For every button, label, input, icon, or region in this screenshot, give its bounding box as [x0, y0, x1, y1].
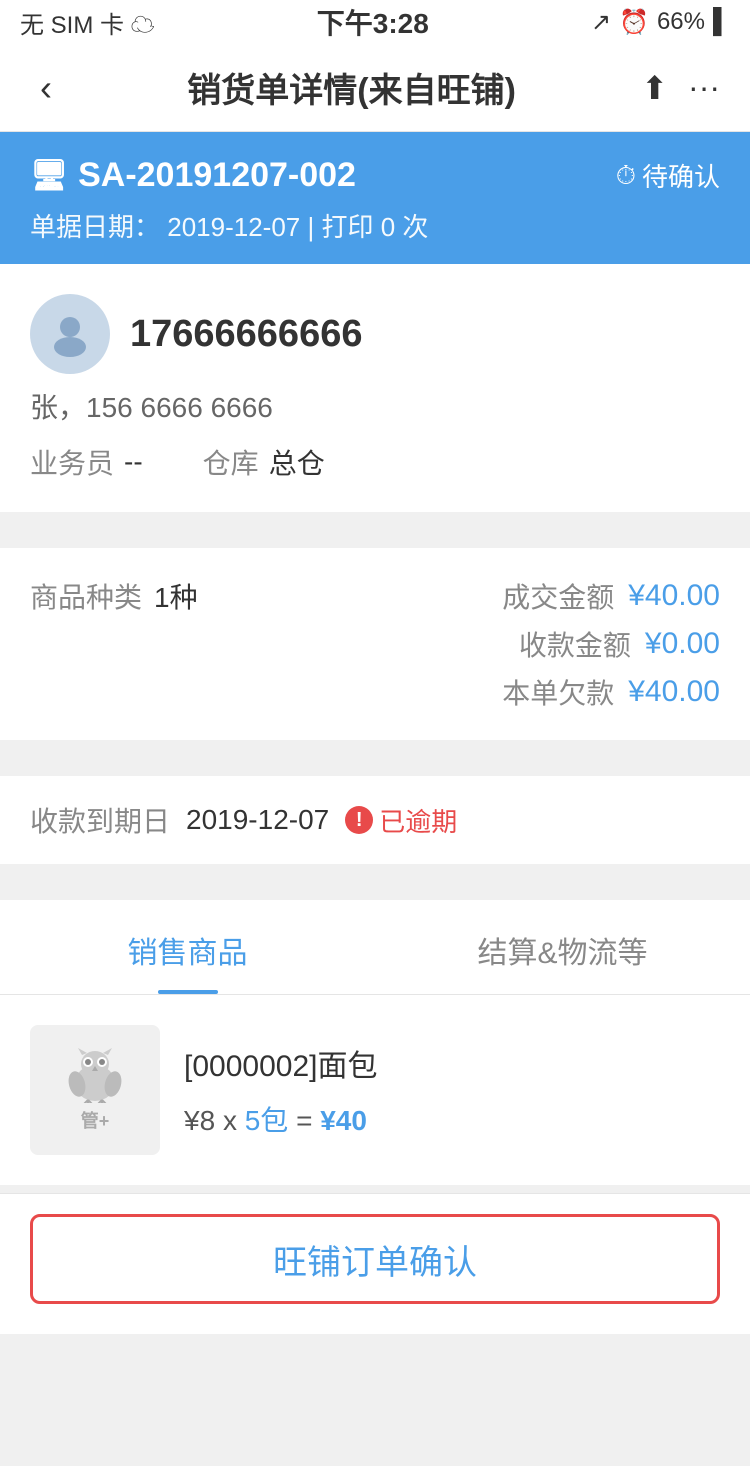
divider-1 [0, 530, 750, 548]
product-logo-plus: 管+ [81, 1107, 110, 1133]
product-name: [0000002]面包 [184, 1041, 720, 1085]
nav-actions: ⬆ ··· [641, 69, 720, 107]
amount-value: ¥40.00 [628, 579, 720, 613]
multiply-sign: x [223, 1105, 245, 1136]
owed-value: ¥40.00 [628, 675, 720, 709]
order-icon: 🖥 [30, 158, 68, 193]
location-icon: ↗ [591, 8, 611, 37]
tabs: 销售商品 结算&物流等 [0, 900, 750, 994]
customer-avatar [30, 294, 110, 374]
status-left: 无 SIM 卡 ☁ [20, 5, 155, 40]
owed-label: 本单欠款 [502, 672, 614, 712]
overdue-text: 已逾期 [379, 802, 457, 839]
tab-settlement[interactable]: 结算&物流等 [375, 900, 750, 994]
product-list: 管+ [0000002]面包 ¥8 x 5包 = ¥40 [0, 995, 750, 1186]
tab-sales-product[interactable]: 销售商品 [0, 900, 375, 994]
battery-icon: ▌ [713, 8, 730, 36]
customer-meta: 业务员 -- 仓库 总仓 [30, 442, 720, 482]
product-type-field: 商品种类 1种 [30, 576, 198, 616]
warehouse-label: 仓库 [203, 442, 259, 482]
sim-status: 无 SIM 卡 ☁ [20, 5, 155, 40]
customer-name: 张，156 6666 6666 [30, 386, 720, 426]
warehouse-value: 总仓 [269, 442, 325, 482]
back-button[interactable]: ‹ [30, 57, 62, 119]
order-status: ⏱ 待确认 [616, 157, 720, 194]
order-date: 单据日期： 2019-12-07 | 打印 0 次 [30, 207, 720, 244]
tabs-container: 销售商品 结算&物流等 [0, 900, 750, 995]
divider-2 [0, 758, 750, 776]
nav-bar: ‹ 销货单详情(来自旺铺) ⬆ ··· [0, 44, 750, 132]
product-price: ¥8 x 5包 = ¥40 [184, 1099, 720, 1139]
customer-phone: 17666666666 [130, 313, 362, 356]
product-qty: 5包 [245, 1105, 289, 1136]
tab-settlement-label: 结算&物流等 [477, 937, 647, 970]
owed-row: 本单欠款 ¥40.00 [502, 672, 720, 712]
order-id: 🖥 SA-20191207-002 [30, 156, 356, 195]
payment-due-card: 收款到期日 2019-12-07 ! 已逾期 [0, 776, 750, 864]
product-total: ¥40 [320, 1105, 367, 1136]
order-date-label: 单据日期： [30, 212, 160, 242]
received-label: 收款金额 [519, 624, 631, 664]
order-status-text: 待确认 [642, 157, 720, 194]
status-right: ↗ ⏰ 66% ▌ [591, 8, 730, 37]
alarm-icon: ⏰ [619, 8, 649, 37]
status-bar: 无 SIM 卡 ☁ 下午3:28 ↗ ⏰ 66% ▌ [0, 0, 750, 44]
product-image: 管+ [30, 1025, 160, 1155]
summary-card: 商品种类 1种 成交金额 ¥40.00 收款金额 ¥0.00 本单欠款 ¥40.… [0, 548, 750, 740]
payment-due-label: 收款到期日 [30, 800, 170, 840]
salesman-field: 业务员 -- [30, 442, 143, 482]
overdue-badge: ! 已逾期 [345, 802, 457, 839]
bottom-bar: 旺铺订单确认 [0, 1193, 750, 1334]
warehouse-field: 仓库 总仓 [203, 442, 325, 482]
product-type-label: 商品种类 [30, 576, 142, 616]
financial-summary: 成交金额 ¥40.00 收款金额 ¥0.00 本单欠款 ¥40.00 [502, 576, 720, 712]
print-text: 打印 0 次 [321, 212, 428, 242]
tab-sales-product-label: 销售商品 [128, 937, 248, 970]
product-type-value: 1种 [154, 576, 198, 616]
salesman-label: 业务员 [30, 442, 114, 482]
order-header: 🖥 SA-20191207-002 ⏱ 待确认 单据日期： 2019-12-07… [0, 132, 750, 264]
overdue-icon: ! [345, 806, 373, 834]
confirm-order-label: 旺铺订单确认 [273, 1235, 477, 1284]
divider-3 [0, 882, 750, 900]
price-value: ¥8 [184, 1105, 215, 1136]
battery-level: 66% [657, 8, 705, 36]
product-info: [0000002]面包 ¥8 x 5包 = ¥40 [184, 1041, 720, 1139]
received-value: ¥0.00 [645, 627, 720, 661]
clock-icon: ⏱ [616, 160, 636, 192]
payment-due-date: 2019-12-07 [186, 804, 329, 836]
salesman-value: -- [124, 446, 143, 478]
amount-label: 成交金额 [502, 576, 614, 616]
amount-row: 成交金额 ¥40.00 [502, 576, 720, 616]
share-icon[interactable]: ⬆ [641, 69, 668, 107]
equals-sign: = [296, 1105, 320, 1136]
received-row: 收款金额 ¥0.00 [502, 624, 720, 664]
order-id-text: SA-20191207-002 [78, 156, 356, 195]
product-item: 管+ [0000002]面包 ¥8 x 5包 = ¥40 [0, 995, 750, 1186]
more-icon[interactable]: ··· [688, 69, 720, 106]
customer-card: 17666666666 张，156 6666 6666 业务员 -- 仓库 总仓 [0, 264, 750, 512]
status-time: 下午3:28 [317, 2, 429, 42]
separator: | [307, 212, 321, 242]
confirm-order-button[interactable]: 旺铺订单确认 [30, 1214, 720, 1304]
page-title: 销货单详情(来自旺铺) [62, 63, 641, 112]
order-date-value: 2019-12-07 [167, 212, 300, 242]
